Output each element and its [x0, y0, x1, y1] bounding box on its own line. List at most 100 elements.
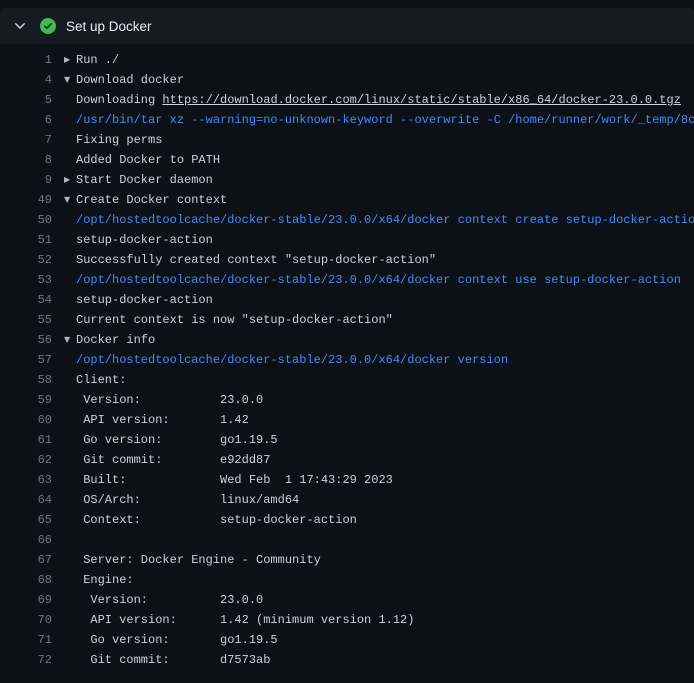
log-text: setup-docker-action: [76, 290, 694, 310]
log-text: Git commit: d7573ab: [76, 650, 694, 670]
marker-spacer: [52, 230, 76, 250]
marker-spacer: [52, 130, 76, 150]
log-line: 58 Client:: [0, 370, 694, 390]
marker-spacer: [52, 110, 76, 130]
group-expanded-icon[interactable]: ▼: [52, 190, 76, 210]
log-text: Downloading https://download.docker.com/…: [76, 90, 694, 110]
line-number[interactable]: 59: [0, 390, 52, 410]
log-line: 60 API version: 1.42: [0, 410, 694, 430]
marker-spacer: [52, 410, 76, 430]
log-group-line[interactable]: 1▶Run ./: [0, 50, 694, 70]
log-text: Successfully created context "setup-dock…: [76, 250, 694, 270]
log-text: Fixing perms: [76, 130, 694, 150]
line-number[interactable]: 7: [0, 130, 52, 150]
log-line: 8 Added Docker to PATH: [0, 150, 694, 170]
log-text: Go version: go1.19.5: [76, 630, 694, 650]
line-number[interactable]: 70: [0, 610, 52, 630]
line-number[interactable]: 61: [0, 430, 52, 450]
marker-spacer: [52, 630, 76, 650]
line-number[interactable]: 58: [0, 370, 52, 390]
line-number[interactable]: 67: [0, 550, 52, 570]
log-line: 68 Engine:: [0, 570, 694, 590]
line-number[interactable]: 5: [0, 90, 52, 110]
log-line: 63 Built: Wed Feb 1 17:43:29 2023: [0, 470, 694, 490]
log-line: 5 Downloading https://download.docker.com…: [0, 90, 694, 110]
line-number[interactable]: 62: [0, 450, 52, 470]
log-line: 7 Fixing perms: [0, 130, 694, 150]
line-number[interactable]: 52: [0, 250, 52, 270]
line-number[interactable]: 72: [0, 650, 52, 670]
log-line: 53/opt/hostedtoolcache/docker-stable/23.…: [0, 270, 694, 290]
line-number[interactable]: 9: [0, 170, 52, 190]
marker-spacer: [52, 450, 76, 470]
marker-spacer: [52, 490, 76, 510]
log-group-line[interactable]: 49▼Create Docker context: [0, 190, 694, 210]
command-text: /usr/bin/tar xz --warning=no-unknown-key…: [76, 110, 694, 130]
log-text: Added Docker to PATH: [76, 150, 694, 170]
log-text: Client:: [76, 370, 694, 390]
marker-spacer: [52, 550, 76, 570]
group-expanded-icon[interactable]: ▼: [52, 330, 76, 350]
log-text: OS/Arch: linux/amd64: [76, 490, 694, 510]
marker-spacer: [52, 650, 76, 670]
line-number[interactable]: 8: [0, 150, 52, 170]
line-number[interactable]: 60: [0, 410, 52, 430]
line-number[interactable]: 65: [0, 510, 52, 530]
line-number[interactable]: 50: [0, 210, 52, 230]
log-group-line[interactable]: 4▼Download docker: [0, 70, 694, 90]
command-text: /opt/hostedtoolcache/docker-stable/23.0.…: [76, 270, 694, 290]
log-text: Context: setup-docker-action: [76, 510, 694, 530]
group-collapsed-icon[interactable]: ▶: [52, 50, 76, 70]
log-group-line[interactable]: 9▶Start Docker daemon: [0, 170, 694, 190]
chevron-down-icon[interactable]: [12, 18, 28, 34]
line-number[interactable]: 63: [0, 470, 52, 490]
log-text: Docker info: [76, 330, 694, 350]
line-number[interactable]: 1: [0, 50, 52, 70]
line-number[interactable]: 66: [0, 530, 52, 550]
line-number[interactable]: 64: [0, 490, 52, 510]
log-text: Create Docker context: [76, 190, 694, 210]
marker-spacer: [52, 210, 76, 230]
log-viewer: Set up Docker 1▶Run ./4▼Download docker5…: [0, 0, 694, 683]
command-text: /opt/hostedtoolcache/docker-stable/23.0.…: [76, 350, 694, 370]
marker-spacer: [52, 470, 76, 490]
log-line: 61 Go version: go1.19.5: [0, 430, 694, 450]
log-text: setup-docker-action: [76, 230, 694, 250]
line-number[interactable]: 55: [0, 310, 52, 330]
line-number[interactable]: 71: [0, 630, 52, 650]
line-number[interactable]: 53: [0, 270, 52, 290]
line-number[interactable]: 69: [0, 590, 52, 610]
log-group-line[interactable]: 56▼Docker info: [0, 330, 694, 350]
marker-spacer: [52, 510, 76, 530]
line-number[interactable]: 49: [0, 190, 52, 210]
marker-spacer: [52, 390, 76, 410]
log-line: 6/usr/bin/tar xz --warning=no-unknown-ke…: [0, 110, 694, 130]
log-text: Go version: go1.19.5: [76, 430, 694, 450]
log-line: 54 setup-docker-action: [0, 290, 694, 310]
marker-spacer: [52, 150, 76, 170]
log-line: 72 Git commit: d7573ab: [0, 650, 694, 670]
log-line: 55 Current context is now "setup-docker-a…: [0, 310, 694, 330]
log-line: 59 Version: 23.0.0: [0, 390, 694, 410]
log-text: Run ./: [76, 50, 694, 70]
group-collapsed-icon[interactable]: ▶: [52, 170, 76, 190]
line-number[interactable]: 4: [0, 70, 52, 90]
line-number[interactable]: 57: [0, 350, 52, 370]
log-text: Current context is now "setup-docker-act…: [76, 310, 694, 330]
line-number[interactable]: 68: [0, 570, 52, 590]
log-line: 69 Version: 23.0.0: [0, 590, 694, 610]
line-number[interactable]: 54: [0, 290, 52, 310]
line-number[interactable]: 56: [0, 330, 52, 350]
log-text: [76, 530, 694, 550]
log-text: Engine:: [76, 570, 694, 590]
marker-spacer: [52, 570, 76, 590]
log-link[interactable]: https://download.docker.com/linux/static…: [162, 93, 680, 107]
log-text: Git commit: e92dd87: [76, 450, 694, 470]
marker-spacer: [52, 350, 76, 370]
marker-spacer: [52, 290, 76, 310]
line-number[interactable]: 51: [0, 230, 52, 250]
step-header[interactable]: Set up Docker: [0, 8, 694, 44]
line-number[interactable]: 6: [0, 110, 52, 130]
group-expanded-icon[interactable]: ▼: [52, 70, 76, 90]
marker-spacer: [52, 250, 76, 270]
